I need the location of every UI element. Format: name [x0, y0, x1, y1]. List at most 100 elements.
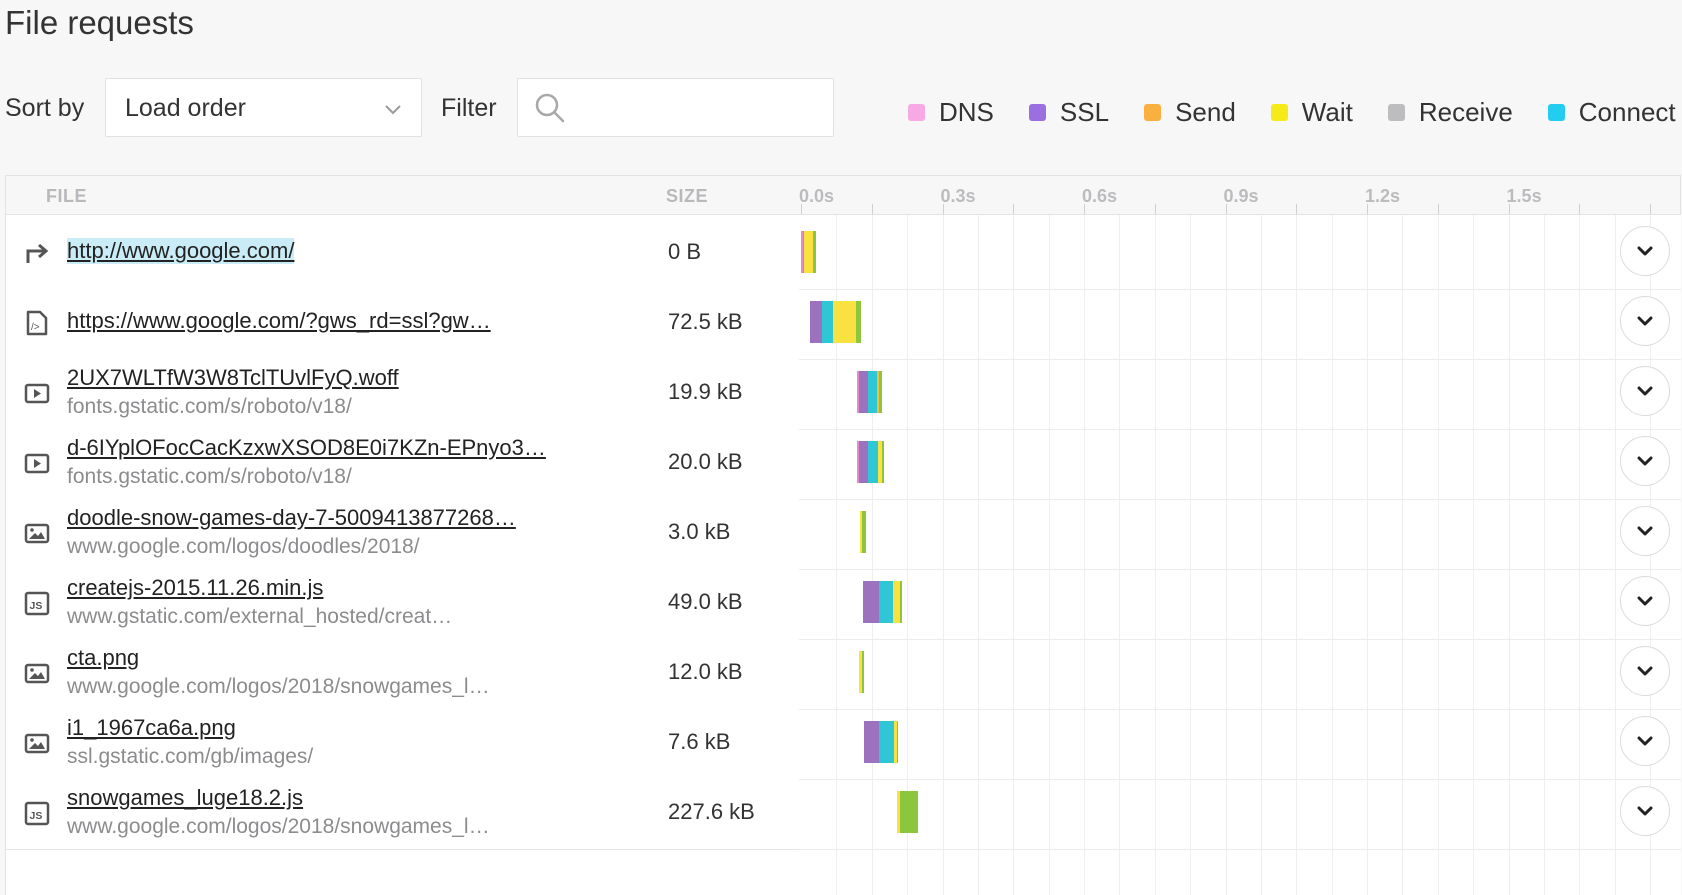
bar-segment-receive: [900, 581, 902, 623]
table-row[interactable]: /> https://www.google.com/?gws_rd=ssl?gw……: [6, 285, 1681, 360]
js-file-icon: JS: [23, 589, 51, 617]
legend-label: Receive: [1418, 97, 1513, 127]
axis-tick: [801, 204, 802, 214]
search-icon: [535, 93, 565, 123]
chevron-down-icon: [1637, 456, 1653, 466]
axis-tick: [1367, 204, 1369, 214]
waterfall-bar[interactable]: [862, 581, 902, 623]
font-file-icon: [23, 449, 51, 477]
chevron-down-icon: [1637, 246, 1653, 256]
waterfall-bar[interactable]: [863, 721, 899, 763]
expand-row-button[interactable]: [1620, 436, 1670, 486]
expand-row-button[interactable]: [1620, 716, 1670, 766]
image-file-icon: [23, 519, 51, 547]
file-size: 12.0 kB: [668, 659, 743, 684]
expand-row-button[interactable]: [1620, 366, 1670, 416]
table-row[interactable]: doodle-snow-games-day-7-5009413877268… ww…: [6, 495, 1681, 570]
legend-swatch: [1547, 104, 1565, 121]
js-file-icon: JS: [23, 799, 51, 827]
axis-tick-label: 0.3s: [940, 186, 976, 206]
waterfall-bar[interactable]: [857, 441, 885, 483]
file-host-path: www.google.com/logos/2018/snowgames_l…: [67, 815, 490, 838]
legend-label: DNS: [939, 97, 994, 127]
legend-swatch: [1144, 104, 1162, 121]
file-link[interactable]: cta.png: [67, 645, 139, 671]
file-link[interactable]: snowgames_luge18.2.js: [67, 785, 303, 811]
file-size: 0 B: [668, 239, 702, 264]
expand-row-button[interactable]: [1620, 226, 1670, 276]
chevron-down-icon: [1637, 386, 1653, 396]
file-host-path: fonts.gstatic.com/s/roboto/v18/: [67, 395, 352, 418]
image-file-icon: [23, 729, 51, 757]
axis-tick: [1154, 204, 1156, 214]
svg-text:JS: JS: [30, 810, 43, 822]
expand-row-button[interactable]: [1620, 296, 1670, 346]
bar-segment-ssl: [863, 721, 879, 763]
svg-text:JS: JS: [30, 600, 43, 612]
sort-by-label: Sort by: [5, 94, 85, 122]
waterfall-bar[interactable]: [857, 371, 883, 413]
table-row[interactable]: i1_1967ca6a.png ssl.gstatic.com/gb/images…: [6, 705, 1681, 780]
axis-tick: [1508, 204, 1510, 214]
column-header-file[interactable]: FILE: [46, 186, 87, 207]
legend-label: Send: [1175, 97, 1236, 127]
axis-tick: [1437, 204, 1439, 214]
bar-segment-receive: [879, 371, 883, 413]
filter-label: Filter: [441, 94, 497, 122]
table-row[interactable]: http://www.google.com/0 B: [6, 215, 1681, 290]
waterfall-bar[interactable]: [859, 511, 866, 553]
bar-segment-connect: [867, 371, 877, 413]
table-row[interactable]: JS snowgames_luge18.2.js www.google.com/lo…: [6, 775, 1681, 850]
bar-segment-wait: [833, 301, 857, 343]
table-row[interactable]: 2UX7WLTfW3W8TclTUvlFyQ.woff fonts.gstatic…: [6, 355, 1681, 430]
expand-row-button[interactable]: [1620, 646, 1670, 696]
file-link[interactable]: http://www.google.com/: [67, 238, 295, 264]
legend: DNS SSL Send Wait Receive Connect: [908, 97, 1682, 128]
file-size: 49.0 kB: [668, 589, 743, 614]
file-link[interactable]: 2UX7WLTfW3W8TclTUvlFyQ.woff: [67, 365, 399, 391]
bar-segment-receive: [813, 231, 816, 273]
filter-field[interactable]: [517, 78, 834, 137]
chevron-down-icon: [1637, 806, 1653, 816]
axis-tick: [1650, 204, 1652, 214]
bar-segment-connect: [822, 301, 834, 343]
sort-by-select[interactable]: Load order: [105, 78, 422, 137]
chevron-down-icon: [1637, 526, 1653, 536]
expand-row-button[interactable]: [1620, 506, 1670, 556]
chevron-down-icon: [385, 105, 401, 115]
table-row[interactable]: JS createjs-2015.11.26.min.js www.gstatic.…: [6, 565, 1681, 640]
sort-by-value: Load order: [125, 94, 246, 122]
legend-swatch: [908, 104, 925, 121]
html-file-icon: />: [23, 309, 51, 337]
bar-segment-connect: [867, 441, 878, 483]
file-link[interactable]: i1_1967ca6a.png: [67, 715, 236, 741]
axis-tick: [1296, 204, 1298, 214]
axis-tick: [871, 204, 873, 214]
table-row[interactable]: d-6IYplOFocCacKzxwXSOD8E0i7KZn-EPnyo3… fo…: [6, 425, 1681, 500]
filter-input[interactable]: [576, 89, 820, 129]
file-size: 19.9 kB: [668, 379, 743, 404]
table-row[interactable]: cta.png www.google.com/logos/2018/snowgam…: [6, 635, 1681, 710]
column-header-size[interactable]: SIZE: [666, 186, 708, 207]
file-host-path: www.google.com/logos/doodles/2018/: [67, 535, 420, 558]
waterfall-bar[interactable]: [801, 231, 816, 273]
file-host-path: ssl.gstatic.com/gb/images/: [67, 745, 314, 768]
file-link[interactable]: doodle-snow-games-day-7-5009413877268…: [67, 505, 516, 531]
legend-swatch: [1270, 104, 1288, 121]
bar-segment-connect: [878, 721, 894, 763]
file-link[interactable]: createjs-2015.11.26.min.js: [67, 575, 323, 601]
file-link[interactable]: https://www.google.com/?gws_rd=ssl?gw…: [67, 308, 491, 334]
waterfall-bar[interactable]: [859, 651, 864, 693]
svg-text:/>: />: [31, 322, 40, 333]
waterfall-bar[interactable]: [897, 791, 918, 833]
file-size: 7.6 kB: [668, 729, 731, 754]
bar-segment-receive: [856, 301, 862, 343]
waterfall-bar[interactable]: [809, 301, 862, 343]
bar-segment-wait: [804, 231, 814, 273]
expand-row-button[interactable]: [1620, 786, 1670, 836]
legend-item-receive: Receive: [1387, 97, 1513, 128]
file-link[interactable]: d-6IYplOFocCacKzxwXSOD8E0i7KZn-EPnyo3…: [67, 435, 546, 461]
file-size: 20.0 kB: [668, 449, 743, 474]
legend-label: SSL: [1059, 97, 1110, 127]
expand-row-button[interactable]: [1620, 576, 1670, 626]
